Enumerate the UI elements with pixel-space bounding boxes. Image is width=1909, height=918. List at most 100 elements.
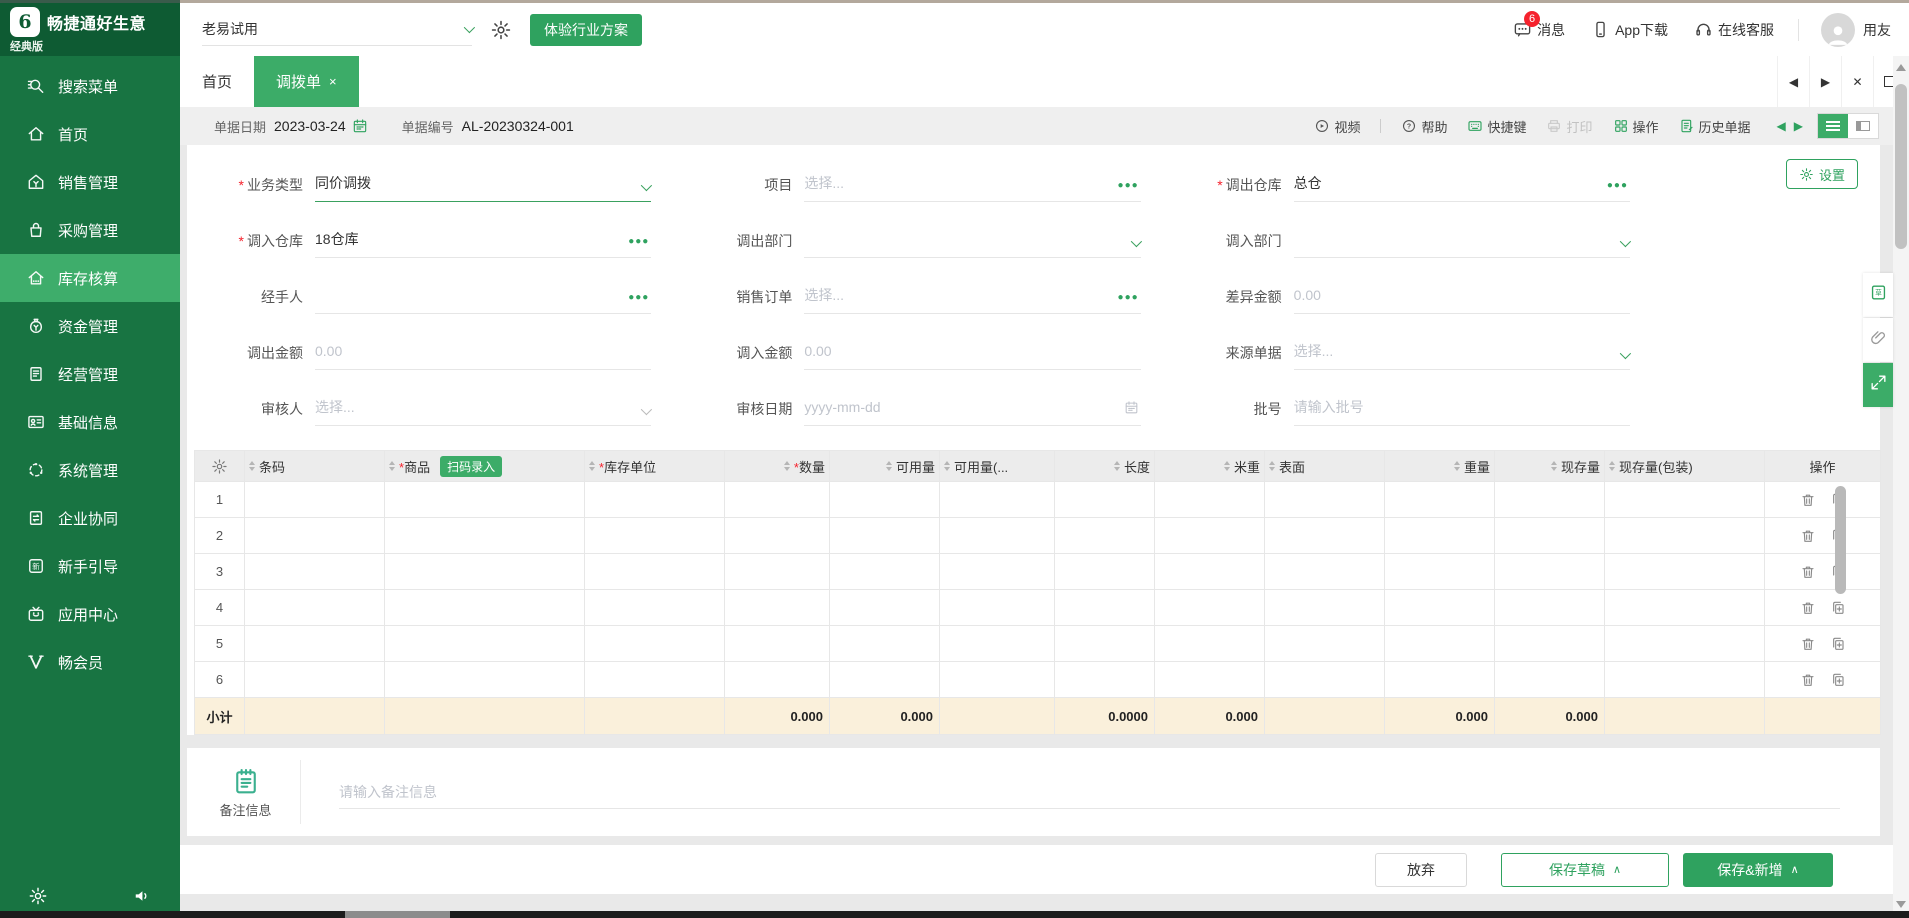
workspace-select[interactable]: 老易试用 [202,14,476,46]
table-cell[interactable] [244,589,385,626]
table-cell[interactable] [1264,589,1385,626]
table-cell[interactable] [1604,589,1765,626]
sort-icon[interactable] [783,461,790,471]
sort-icon[interactable] [885,461,892,471]
settings-gear-icon[interactable] [28,886,48,906]
scroll-up-arrow[interactable] [1896,64,1906,71]
table-cell[interactable] [724,481,830,518]
sort-icon[interactable] [1609,461,1615,471]
calendar-icon[interactable] [352,118,368,134]
sidebar-item-6[interactable]: 资金管理 [0,302,180,350]
table-cell[interactable] [1384,517,1495,554]
sidebar-item-8[interactable]: 基础信息 [0,398,180,446]
table-cell[interactable] [724,589,830,626]
discard-button[interactable]: 放弃 [1375,852,1467,887]
field-input[interactable]: 同价调拨 [315,167,653,202]
table-cell[interactable] [829,553,940,590]
table-cell[interactable] [1054,589,1155,626]
sort-icon[interactable] [1269,461,1275,471]
field-input[interactable] [1293,223,1632,258]
table-cell[interactable] [244,553,385,590]
volume-icon[interactable] [132,886,152,906]
col-header-表面[interactable]: 表面 [1264,450,1385,482]
table-cell[interactable] [724,517,830,554]
table-cell[interactable] [1604,517,1765,554]
chevron-down-icon[interactable] [1619,347,1632,360]
table-cell[interactable] [829,589,940,626]
field-input[interactable]: 选择... [315,391,653,426]
sidebar-item-3[interactable]: 销售管理 [0,158,180,206]
table-cell[interactable] [1384,661,1495,698]
next-record-button[interactable]: ▶ [1794,119,1803,133]
copy-add-icon[interactable] [1830,636,1846,652]
sort-icon[interactable] [1113,461,1120,471]
field-input[interactable]: yyyy-mm-dd [804,391,1141,426]
close-icon[interactable]: × [329,74,337,89]
ellipsis-icon[interactable]: ●●● [1607,180,1628,191]
prev-record-button[interactable]: ◀ [1777,119,1786,133]
table-cell[interactable] [584,553,725,590]
col-header-商品[interactable]: *商品 扫码录入 [384,450,585,482]
sidebar-item-9[interactable]: 系统管理 [0,446,180,494]
视频-button[interactable]: 视频 [1314,117,1360,136]
avatar[interactable] [1821,12,1855,47]
field-input[interactable] [804,223,1142,258]
expand-tool[interactable] [1863,363,1893,407]
table-cell[interactable] [384,517,585,554]
sort-icon[interactable] [944,461,950,471]
field-input[interactable]: 18仓库 ●●● [315,223,652,258]
col-header-重量[interactable]: 重量 [1384,450,1495,482]
table-cell[interactable] [1604,625,1765,662]
table-cell[interactable] [584,589,725,626]
col-header-gear[interactable] [194,450,245,482]
table-cell[interactable] [829,625,940,662]
field-input[interactable]: 选择... [1293,335,1632,370]
ellipsis-icon[interactable]: ●●● [1118,180,1139,191]
table-cell[interactable] [1384,589,1495,626]
table-cell[interactable] [244,625,385,662]
table-cell[interactable] [1054,661,1155,698]
table-cell[interactable] [384,553,585,590]
chevron-down-icon[interactable] [641,179,653,192]
tab-next-button[interactable]: ▶ [1809,56,1841,107]
ellipsis-icon[interactable]: ●●● [628,292,649,303]
trash-icon[interactable] [1800,672,1816,688]
table-cell[interactable] [829,517,940,554]
gear-icon[interactable] [490,19,512,41]
table-cell[interactable] [1384,481,1495,518]
trash-icon[interactable] [1800,636,1816,652]
sort-icon[interactable] [249,461,255,471]
table-cell[interactable] [584,481,725,518]
table-cell[interactable] [1494,625,1605,662]
sidebar-item-12[interactable]: 应用中心 [0,590,180,638]
trial-plan-button[interactable]: 体验行业方案 [530,13,642,46]
sort-icon[interactable] [1223,461,1230,471]
table-cell[interactable] [939,517,1055,554]
table-cell[interactable] [1054,481,1155,518]
col-header-条码[interactable]: 条码 [244,450,385,482]
sidebar-item-7[interactable]: 经营管理 [0,350,180,398]
table-cell[interactable] [1494,589,1605,626]
table-cell[interactable] [1264,661,1385,698]
table-cell[interactable] [1154,481,1265,518]
sidebar-item-4[interactable]: 采购管理 [0,206,180,254]
calendar-icon[interactable] [1124,400,1139,415]
sidebar-item-5[interactable]: 库存核算 [0,254,180,302]
field-input[interactable]: 请输入批号 [1293,391,1630,426]
table-cell[interactable] [1264,625,1385,662]
table-cell[interactable] [939,661,1055,698]
chevron-down-icon[interactable] [1130,235,1142,248]
app-download-button[interactable]: App下载 [1591,20,1668,40]
table-cell[interactable] [939,589,1055,626]
table-cell[interactable] [244,517,385,554]
table-cell[interactable] [1494,661,1605,698]
ellipsis-icon[interactable]: ●●● [628,236,649,247]
trash-icon[interactable] [1800,528,1816,544]
col-header-现存量[interactable]: 现存量 [1494,450,1605,482]
sidebar-item-13[interactable]: 畅会员 [0,638,180,686]
list-view-button[interactable] [1818,114,1848,138]
ellipsis-icon[interactable]: ●●● [1118,292,1139,303]
doc-date-value[interactable]: 2023-03-24 [274,118,346,134]
table-cell[interactable] [1154,589,1265,626]
col-header-现存量(包装)[interactable]: 现存量(包装) [1604,450,1765,482]
